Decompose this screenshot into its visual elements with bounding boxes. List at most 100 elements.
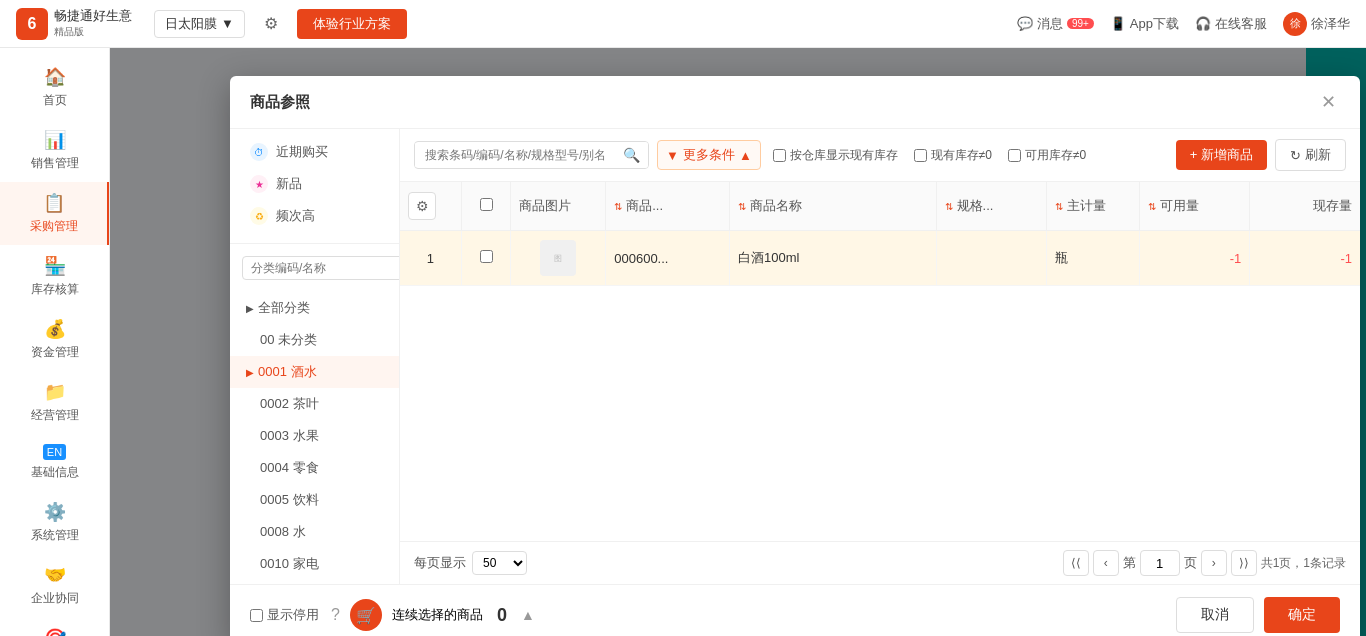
product-search-input[interactable] [415, 143, 615, 167]
cell-check [461, 231, 511, 286]
prev-page-btn[interactable]: ‹ [1093, 550, 1119, 576]
cat-beverage[interactable]: 0005 饮料 [230, 484, 399, 516]
refresh-btn[interactable]: ↻ 刷新 [1275, 139, 1346, 171]
cart-area: ? 🛒 连续选择的商品 0 ▲ [331, 599, 1164, 631]
table-header: ⚙ 商品图片 [400, 182, 1360, 231]
sidebar-label-collab: 企业协同 [31, 590, 79, 607]
table-config-btn[interactable]: ⚙ [408, 192, 436, 220]
table-row[interactable]: 1 图 [400, 231, 1360, 286]
sidebar-item-finance[interactable]: 💰 资金管理 [0, 308, 109, 371]
guide-icon: 🎯 [44, 627, 66, 636]
confirm-btn[interactable]: 确定 [1264, 597, 1340, 633]
th-name: ⇅ 商品名称 [730, 182, 936, 231]
messages-nav-item[interactable]: 💬 消息 99+ [1017, 15, 1094, 33]
product-search-box: 🔍 [414, 141, 649, 169]
refresh-icon: ↻ [1290, 148, 1301, 163]
cat-fruit[interactable]: 0003 水果 [230, 420, 399, 452]
footer-actions: 取消 确定 [1176, 597, 1340, 633]
next-page-btn[interactable]: › [1201, 550, 1227, 576]
modal-close-btn[interactable]: ✕ [1316, 90, 1340, 114]
quick-freq[interactable]: ♻ 频次高 [242, 201, 387, 231]
th-unit-label: 主计量 [1067, 197, 1106, 215]
sidebar-item-sales[interactable]: 📊 销售管理 [0, 119, 109, 182]
sidebar: 🏠 首页 📊 销售管理 📋 采购管理 🏪 库存核算 💰 资金管理 📁 经营管理 … [0, 48, 110, 636]
th-config: ⚙ [400, 182, 461, 231]
user-nav-item[interactable]: 徐 徐泽华 [1283, 12, 1350, 36]
cat-liquor[interactable]: ▶ 0001 酒水 [230, 356, 399, 388]
th-name-label: 商品名称 [750, 197, 802, 215]
th-spec-label: 规格... [957, 197, 994, 215]
help-icon[interactable]: ? [331, 606, 340, 624]
product-image: 图 [540, 240, 576, 276]
trial-btn[interactable]: 体验行业方案 [297, 9, 407, 39]
th-unit: ⇅ 主计量 [1046, 182, 1140, 231]
cat-all[interactable]: ▶ 全部分类 [230, 292, 399, 324]
th-avail-label: 可用量 [1160, 197, 1199, 215]
mobile-icon: 📱 [1110, 16, 1126, 31]
page-unit: 页 [1184, 554, 1197, 572]
product-toolbar: 🔍 ▼ 更多条件 ▲ 按仓库显示现有库存 [400, 129, 1360, 182]
product-reference-modal: 商品参照 ✕ ⏱ 近期购买 ★ 新品 [230, 76, 1360, 636]
sidebar-item-ops[interactable]: 📁 经营管理 [0, 371, 109, 434]
sidebar-item-system[interactable]: ⚙️ 系统管理 [0, 491, 109, 554]
cat-unclassified[interactable]: 00 未分类 [230, 324, 399, 356]
settings-icon[interactable]: ⚙ [257, 10, 285, 38]
sidebar-item-purchase[interactable]: 📋 采购管理 [0, 182, 109, 245]
add-product-btn[interactable]: + 新增商品 [1176, 140, 1267, 170]
sidebar-label-system: 系统管理 [31, 527, 79, 544]
cat-snack[interactable]: 0004 零食 [230, 452, 399, 484]
page-input[interactable] [1140, 550, 1180, 576]
divider [230, 243, 399, 244]
last-page-btn[interactable]: ⟩⟩ [1231, 550, 1257, 576]
checkbox-usable-stock[interactable] [1008, 149, 1021, 162]
sidebar-item-guide[interactable]: 🎯 新手引导 [0, 617, 109, 636]
sidebar-label-ops: 经营管理 [31, 407, 79, 424]
checkbox-usable-stock-label[interactable]: 可用库存≠0 [1008, 147, 1086, 164]
cart-collapse-btn[interactable]: ▲ [521, 607, 535, 623]
cell-unit: 瓶 [1046, 231, 1140, 286]
cat-appliance[interactable]: 0010 家电 [230, 548, 399, 580]
cat-tea[interactable]: 0002 茶叶 [230, 388, 399, 420]
checkbox-by-warehouse-label[interactable]: 按仓库显示现有库存 [773, 147, 898, 164]
chevron-down-icon: ▼ [221, 16, 234, 31]
quick-new[interactable]: ★ 新品 [242, 169, 387, 199]
modal-body: ⏱ 近期购买 ★ 新品 ♻ 频次高 [230, 129, 1360, 584]
quick-recent[interactable]: ⏱ 近期购买 [242, 137, 387, 167]
checkbox-by-warehouse[interactable] [773, 149, 786, 162]
th-code-label: 商品... [626, 197, 663, 215]
per-page-select[interactable]: 20 50 100 [472, 551, 527, 575]
sales-icon: 📊 [44, 129, 66, 151]
display-disabled-label[interactable]: 显示停用 [250, 606, 319, 624]
cancel-btn[interactable]: 取消 [1176, 597, 1254, 633]
sidebar-label-purchase: 采购管理 [30, 218, 78, 235]
recent-icon: ⏱ [250, 143, 268, 161]
cat-water[interactable]: 0008 水 [230, 516, 399, 548]
table-body: 1 图 [400, 231, 1360, 286]
first-page-btn[interactable]: ⟨⟨ [1063, 550, 1089, 576]
display-disabled-checkbox[interactable] [250, 609, 263, 622]
freq-icon: ♻ [250, 207, 268, 225]
sidebar-item-collab[interactable]: 🤝 企业协同 [0, 554, 109, 617]
cell-spec [936, 231, 1046, 286]
app-download-nav-item[interactable]: 📱 App下载 [1110, 15, 1179, 33]
category-search-input[interactable] [242, 256, 400, 280]
checkbox-current-stock[interactable] [914, 149, 927, 162]
sidebar-item-home[interactable]: 🏠 首页 [0, 56, 109, 119]
modal-title: 商品参照 [250, 93, 310, 112]
cart-label: 连续选择的商品 [392, 606, 483, 624]
search-icon[interactable]: 🔍 [615, 142, 648, 168]
finance-icon: 💰 [44, 318, 66, 340]
store-dropdown[interactable]: 日太阳膜 ▼ [154, 10, 245, 38]
th-code: ⇅ 商品... [606, 182, 730, 231]
sidebar-item-base[interactable]: EN 基础信息 [0, 434, 109, 491]
checkbox-current-stock-label[interactable]: 现有库存≠0 [914, 147, 992, 164]
nav-right: 💬 消息 99+ 📱 App下载 🎧 在线客服 徐 徐泽华 [1017, 12, 1350, 36]
product-panel: 🔍 ▼ 更多条件 ▲ 按仓库显示现有库存 [400, 129, 1360, 584]
select-all-checkbox[interactable] [480, 198, 493, 211]
online-service-nav-item[interactable]: 🎧 在线客服 [1195, 15, 1267, 33]
content-area: 商品参照 ✕ ⏱ 近期购买 ★ 新品 [110, 48, 1366, 636]
more-filter-btn[interactable]: ▼ 更多条件 ▲ [657, 140, 761, 170]
sidebar-item-inventory[interactable]: 🏪 库存核算 [0, 245, 109, 308]
row-checkbox[interactable] [480, 250, 493, 263]
category-search-area: 🔍 [230, 248, 399, 288]
